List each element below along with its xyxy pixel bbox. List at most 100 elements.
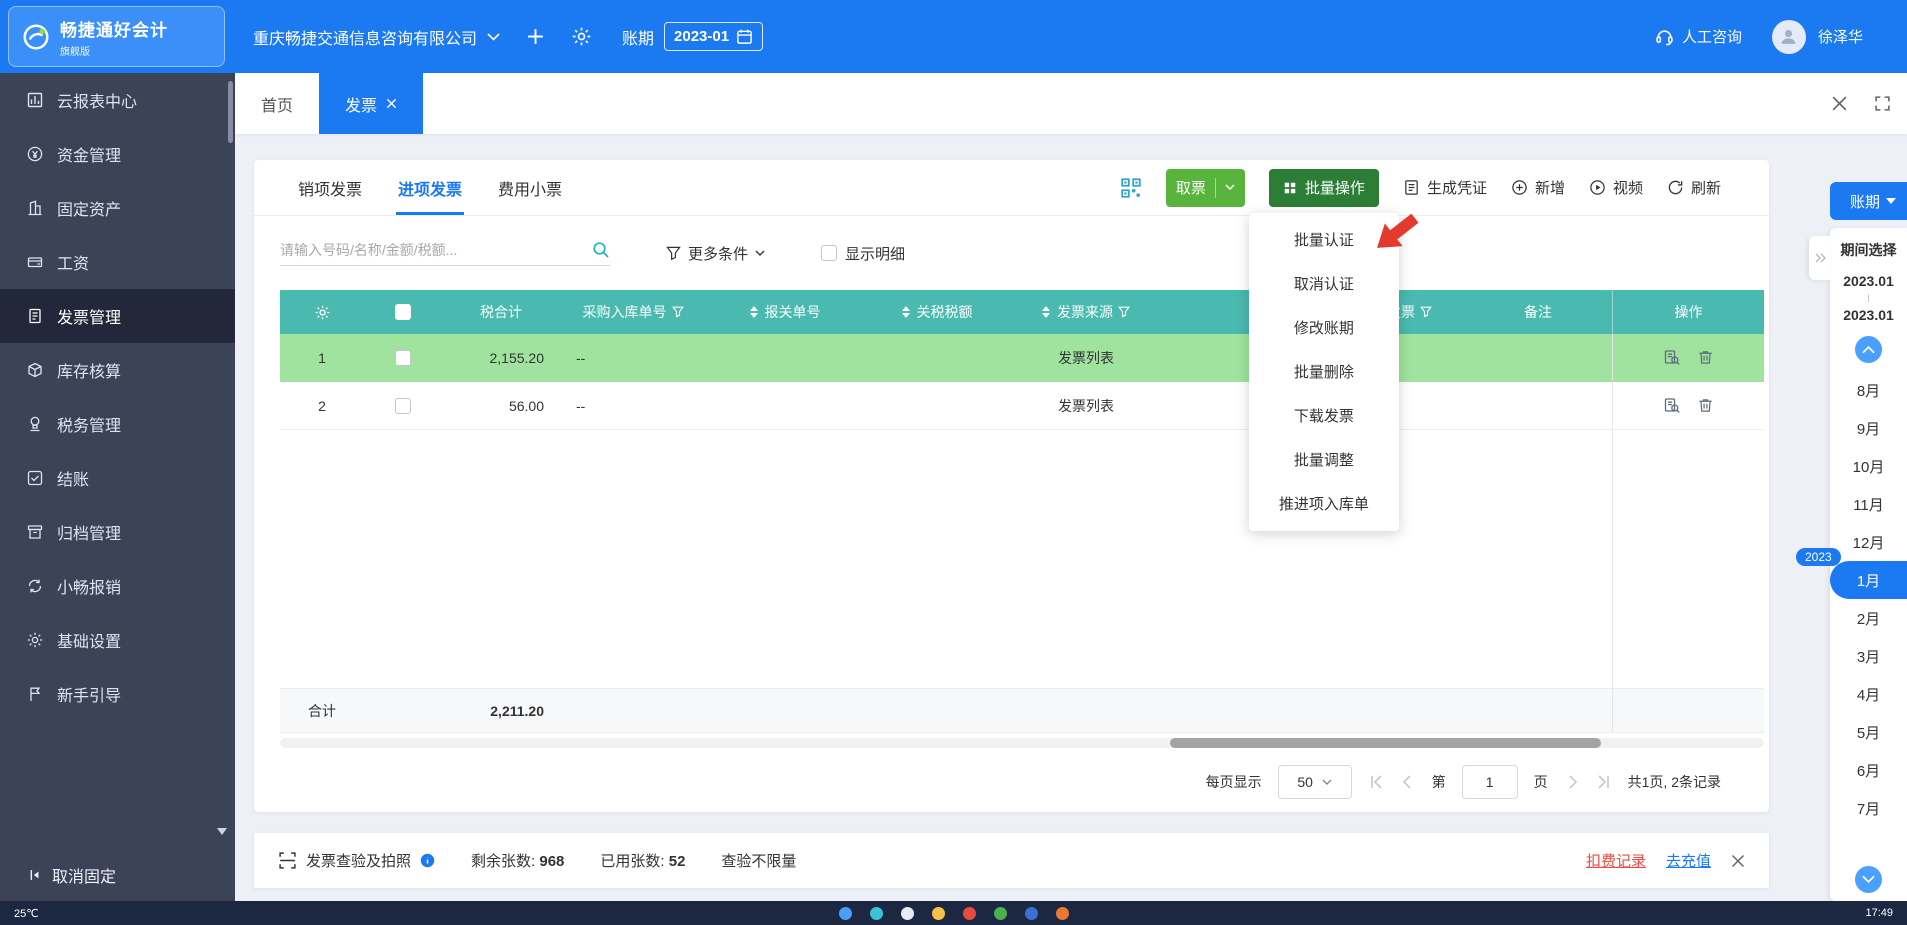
sidebar-item-fixed-assets[interactable]: 固定资产 [0,181,235,235]
info-icon[interactable] [420,853,435,868]
month-item[interactable]: 5月 [1830,713,1907,751]
tab-invoice[interactable]: 发票 [319,73,424,134]
sidebar-item-settings[interactable]: 基础设置 [0,613,235,667]
period-button[interactable]: 账期 [1830,182,1907,220]
close-icon[interactable] [1831,95,1848,112]
table-row[interactable]: 1 2,155.20 -- 发票列表 是 [280,334,1764,382]
panel-collapse-handle[interactable] [1809,236,1830,280]
sort-icon[interactable] [749,306,758,318]
taskbar-app-icon[interactable] [1055,906,1069,920]
month-item[interactable]: 11月 [1830,485,1907,523]
unpin-button[interactable]: 取消固定 [0,849,235,901]
sort-icon[interactable] [901,306,910,318]
per-page-select[interactable]: 50 [1277,765,1352,799]
month-item[interactable]: 7月 [1830,789,1907,827]
company-selector[interactable]: 重庆畅捷交通信息咨询有限公司 [253,25,500,49]
add-button[interactable]: 新增 [1511,177,1565,198]
period-start-date[interactable]: 2023.01 [1843,270,1894,292]
menu-item-batch-delete[interactable]: 批量删除 [1249,350,1399,394]
search-input[interactable] [280,241,592,258]
fetch-invoice-button[interactable]: 取票 [1165,168,1245,207]
last-page-button[interactable] [1596,774,1612,790]
search-icon[interactable] [592,241,610,259]
header-plus-button[interactable] [526,27,545,46]
sidebar-item-guide[interactable]: 新手引导 [0,667,235,721]
first-page-button[interactable] [1368,774,1384,790]
header-checkbox[interactable] [395,304,411,320]
taskbar-app-icon[interactable] [869,906,883,920]
taskbar-app-icon[interactable] [838,906,852,920]
sidebar-item-funds[interactable]: 资金管理 [0,127,235,181]
month-item[interactable]: 3月 [1830,637,1907,675]
scrollbar-thumb[interactable] [1170,738,1601,748]
filter-funnel-icon[interactable] [1118,306,1130,318]
taskbar-app-icon[interactable] [931,906,945,920]
view-invoice-icon[interactable] [1663,397,1681,415]
show-detail-toggle[interactable]: 显示明细 [821,243,905,264]
menu-item-modify-period[interactable]: 修改账期 [1249,306,1399,350]
taskbar-clock[interactable]: 17:49 [1865,907,1907,919]
row-checkbox[interactable] [395,397,411,414]
sidebar-item-tax[interactable]: 税务管理 [0,397,235,451]
month-item[interactable]: 4月 [1830,675,1907,713]
month-item[interactable]: 10月 [1830,447,1907,485]
more-conditions-button[interactable]: 更多条件 [666,243,765,264]
sidebar-item-salary[interactable]: 工资 [0,235,235,289]
close-bar-icon[interactable] [1731,854,1745,868]
month-item[interactable]: 2月 [1830,599,1907,637]
month-item[interactable]: 9月 [1830,409,1907,447]
taskbar-app-icon[interactable] [993,906,1007,920]
view-invoice-icon[interactable] [1663,349,1681,367]
col-customs-no[interactable]: 报关单号 [706,302,864,322]
month-item[interactable]: 12月 [1830,523,1907,561]
sidebar-scroll-down-icon[interactable] [217,828,227,835]
header-settings-icon[interactable] [571,26,592,47]
sidebar-item-invoice[interactable]: 发票管理 [0,289,235,343]
qr-code-icon[interactable] [1120,177,1142,199]
menu-item-cancel-certify[interactable]: 取消认证 [1249,262,1399,306]
support-link[interactable]: 人工咨询 [1655,26,1742,47]
period-end-date[interactable]: 2023.01 [1843,304,1894,326]
month-item-selected[interactable]: 2023 1月 [1796,548,1907,599]
taskbar-app-icon[interactable] [900,906,914,920]
col-remark[interactable]: 备注 [1464,302,1612,322]
avatar[interactable] [1771,19,1806,54]
delete-icon[interactable] [1697,349,1714,366]
taskbar-app-icon[interactable] [1024,906,1038,920]
taskbar-weather[interactable]: 25℃ [0,907,39,920]
fee-record-link[interactable]: 扣费记录 [1586,850,1646,871]
filter-funnel-icon[interactable] [671,306,684,318]
next-page-button[interactable] [1564,774,1580,790]
subtab-sales-invoice[interactable]: 销项发票 [280,160,380,215]
recharge-link[interactable]: 去充值 [1666,850,1711,871]
period-value-picker[interactable]: 2023-01 [664,22,764,51]
sidebar-item-closing[interactable]: 结账 [0,451,235,505]
sidebar-item-archive[interactable]: 归档管理 [0,505,235,559]
sidebar-scrollbar[interactable] [228,81,233,143]
tab-home[interactable]: 首页 [235,73,319,134]
menu-item-push-inbound[interactable]: 推进项入库单 [1249,482,1399,526]
fullscreen-icon[interactable] [1874,95,1891,112]
sidebar-item-cloud-report[interactable]: 云报表中心 [0,73,235,127]
video-button[interactable]: 视频 [1589,177,1643,198]
batch-operations-button[interactable]: 批量操作 [1268,168,1379,207]
select-all-checkbox[interactable] [364,304,442,320]
col-customs-tax[interactable]: 关税税额 [864,302,1010,322]
menu-item-batch-adjust[interactable]: 批量调整 [1249,438,1399,482]
scroll-up-button[interactable] [1855,336,1882,363]
refresh-button[interactable]: 刷新 [1667,177,1721,198]
month-item[interactable]: 6月 [1830,751,1907,789]
subtab-purchase-invoice[interactable]: 进项发票 [380,160,480,215]
username[interactable]: 徐泽华 [1818,26,1863,47]
col-source[interactable]: 发票来源 [1010,302,1162,322]
sidebar-item-inventory[interactable]: 库存核算 [0,343,235,397]
generate-voucher-button[interactable]: 生成凭证 [1403,177,1487,198]
scroll-down-button[interactable] [1855,866,1882,893]
sort-icon[interactable] [1042,306,1050,318]
delete-icon[interactable] [1697,397,1714,414]
col-tax-total[interactable]: 税合计 [442,302,560,322]
subtab-expense-ticket[interactable]: 费用小票 [480,160,580,215]
column-settings-button[interactable] [280,304,364,321]
page-number-input[interactable] [1461,765,1518,799]
taskbar-app-icon[interactable] [962,906,976,920]
